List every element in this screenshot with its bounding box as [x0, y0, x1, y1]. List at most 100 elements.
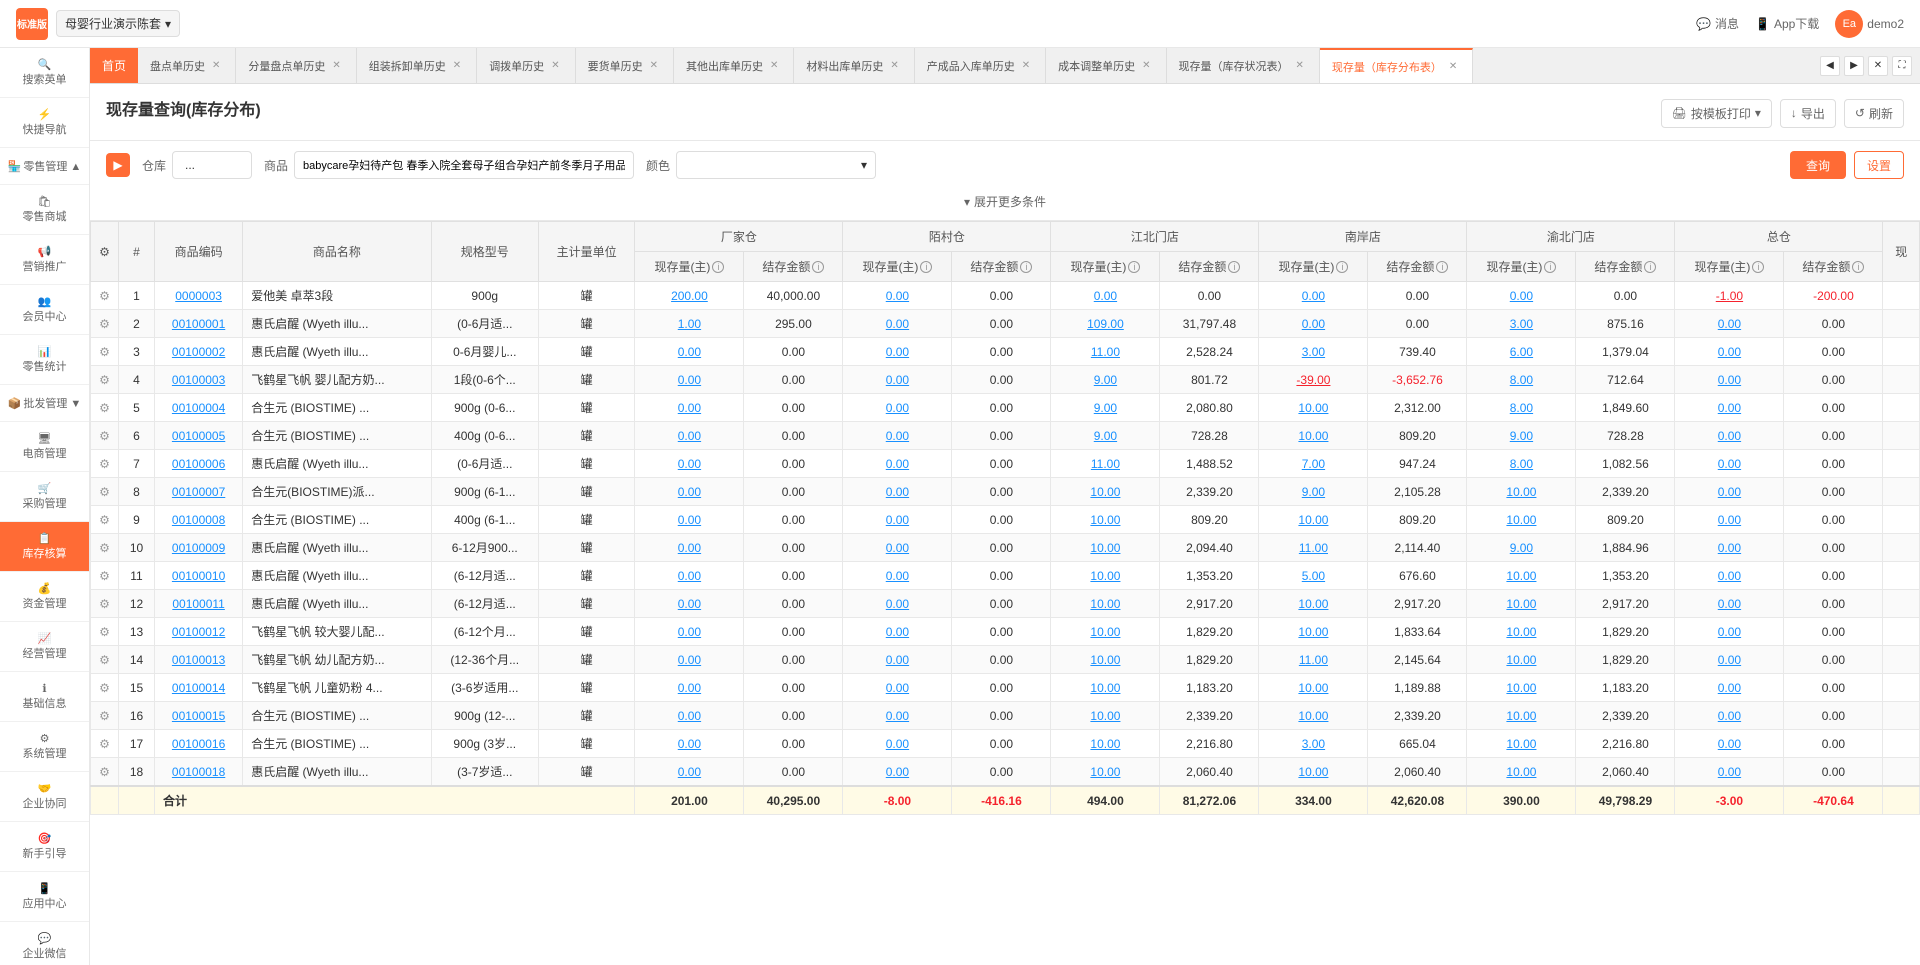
table-cell[interactable]: 10.00	[1051, 506, 1160, 534]
table-cell[interactable]: 0.00	[843, 450, 952, 478]
tab-stock-status[interactable]: 现存量（库存状况表） ✕	[1167, 48, 1320, 84]
table-cell[interactable]: ⚙	[91, 338, 119, 366]
sidebar-item-basic[interactable]: ℹ 基础信息	[0, 672, 89, 722]
industry-selector[interactable]: 母婴行业演示陈套 ▾	[56, 10, 180, 37]
tab-other-out[interactable]: 其他出库单历史 ✕	[674, 48, 794, 84]
table-cell[interactable]: 10.00	[1051, 646, 1160, 674]
table-cell[interactable]: ⚙	[91, 702, 119, 730]
table-cell[interactable]: 0.00	[843, 478, 952, 506]
table-cell[interactable]: 0.00	[1675, 422, 1784, 450]
table-cell[interactable]: 0.00	[635, 702, 744, 730]
tab-prev-btn[interactable]: ◀	[1820, 56, 1840, 76]
tab-next-btn[interactable]: ▶	[1844, 56, 1864, 76]
table-cell[interactable]: 0.00	[843, 674, 952, 702]
tab-close-group-split[interactable]: ✕	[450, 59, 464, 72]
table-cell[interactable]: 0.00	[1675, 310, 1784, 338]
table-cell[interactable]: 10.00	[1467, 590, 1576, 618]
row-settings-icon[interactable]: ⚙	[99, 765, 110, 779]
table-cell[interactable]: 0.00	[635, 394, 744, 422]
row-settings-icon[interactable]: ⚙	[99, 569, 110, 583]
table-cell[interactable]: ⚙	[91, 674, 119, 702]
table-cell[interactable]: 10.00	[1467, 478, 1576, 506]
table-cell[interactable]: 8.00	[1467, 366, 1576, 394]
tab-close-stock-dist[interactable]: ✕	[1446, 60, 1460, 73]
table-cell[interactable]: ⚙	[91, 534, 119, 562]
sidebar-item-retail-stat[interactable]: 📊 零售统计	[0, 335, 89, 385]
table-cell[interactable]: 00100001	[155, 310, 243, 338]
table-cell[interactable]: 0.00	[843, 394, 952, 422]
table-cell[interactable]: 10.00	[1259, 394, 1368, 422]
table-cell[interactable]: 10.00	[1467, 562, 1576, 590]
table-cell[interactable]: 00100015	[155, 702, 243, 730]
table-cell[interactable]: 0.00	[1675, 478, 1784, 506]
table-cell[interactable]: 10.00	[1051, 534, 1160, 562]
table-cell[interactable]: 0.00	[843, 310, 952, 338]
table-cell[interactable]: 6.00	[1467, 338, 1576, 366]
table-cell[interactable]: 00100006	[155, 450, 243, 478]
table-cell[interactable]: 9.00	[1467, 534, 1576, 562]
refresh-btn[interactable]: ↺ 刷新	[1844, 99, 1904, 128]
table-cell[interactable]: 0.00	[843, 562, 952, 590]
tab-close-material-out[interactable]: ✕	[887, 59, 901, 72]
sidebar-item-quick[interactable]: ⚡ 快捷导航	[0, 98, 89, 148]
table-cell[interactable]: 0.00	[843, 646, 952, 674]
table-cell[interactable]: 0.00	[1675, 758, 1784, 787]
table-cell[interactable]: 10.00	[1467, 758, 1576, 787]
sidebar-item-search[interactable]: 🔍 搜索英单	[0, 48, 89, 98]
table-cell[interactable]: 0.00	[635, 366, 744, 394]
table-cell[interactable]: 9.00	[1467, 422, 1576, 450]
table-cell[interactable]: 0.00	[843, 702, 952, 730]
table-cell[interactable]: 0.00	[635, 506, 744, 534]
table-cell[interactable]: ⚙	[91, 506, 119, 534]
table-cell[interactable]: 9.00	[1051, 422, 1160, 450]
tab-close-all-btn[interactable]: ✕	[1868, 56, 1888, 76]
tab-close-stock-status[interactable]: ✕	[1293, 59, 1307, 72]
sidebar-item-retail-mall[interactable]: 🛍 零售商城	[0, 185, 89, 235]
table-cell[interactable]: 10.00	[1259, 506, 1368, 534]
table-cell[interactable]: 11.00	[1051, 338, 1160, 366]
table-cell[interactable]: 10.00	[1467, 506, 1576, 534]
table-cell[interactable]: 0.00	[1675, 646, 1784, 674]
info-icon-total-amount[interactable]: i	[1852, 261, 1864, 273]
table-cell[interactable]: 00100008	[155, 506, 243, 534]
table-cell[interactable]: 00100003	[155, 366, 243, 394]
info-icon-total-current[interactable]: i	[1752, 261, 1764, 273]
sidebar-item-inventory[interactable]: 📋 库存核算	[0, 522, 89, 572]
tab-close-stock-single[interactable]: ✕	[209, 59, 223, 72]
table-cell[interactable]: 10.00	[1467, 702, 1576, 730]
table-cell[interactable]: 109.00	[1051, 310, 1160, 338]
table-cell[interactable]: 0.00	[635, 422, 744, 450]
table-cell[interactable]: 10.00	[1259, 618, 1368, 646]
table-cell[interactable]: 8.00	[1467, 394, 1576, 422]
table-cell[interactable]: 00100013	[155, 646, 243, 674]
row-settings-icon[interactable]: ⚙	[99, 597, 110, 611]
row-settings-icon[interactable]: ⚙	[99, 373, 110, 387]
table-cell[interactable]: 0.00	[843, 422, 952, 450]
sidebar-item-wechat[interactable]: 💬 企业微信	[0, 922, 89, 965]
table-cell[interactable]: 0.00	[635, 730, 744, 758]
table-cell[interactable]: ⚙	[91, 478, 119, 506]
table-cell[interactable]: 10.00	[1051, 758, 1160, 787]
table-cell[interactable]: 10.00	[1259, 590, 1368, 618]
table-cell[interactable]: 10.00	[1467, 618, 1576, 646]
row-settings-icon[interactable]: ⚙	[99, 485, 110, 499]
table-cell[interactable]: 00100012	[155, 618, 243, 646]
table-cell[interactable]: 10.00	[1467, 646, 1576, 674]
table-cell[interactable]: 0.00	[843, 730, 952, 758]
warehouse-select[interactable]: ...	[172, 151, 252, 179]
sidebar-item-finance[interactable]: 💰 资金管理	[0, 572, 89, 622]
table-cell[interactable]: 9.00	[1259, 478, 1368, 506]
table-cell[interactable]: 0.00	[843, 534, 952, 562]
table-cell[interactable]: 0.00	[635, 478, 744, 506]
table-cell[interactable]: 0.00	[1675, 506, 1784, 534]
tab-close-demand[interactable]: ✕	[647, 59, 661, 72]
sidebar-item-guide[interactable]: 🎯 新手引导	[0, 822, 89, 872]
tab-demand[interactable]: 要货单历史 ✕	[576, 48, 674, 84]
table-cell[interactable]: 0.00	[1467, 282, 1576, 310]
table-cell[interactable]: 7.00	[1259, 450, 1368, 478]
row-settings-icon[interactable]: ⚙	[99, 541, 110, 555]
table-cell[interactable]: 0.00	[1675, 590, 1784, 618]
tab-group-split[interactable]: 组装拆卸单历史 ✕	[357, 48, 477, 84]
table-cell[interactable]: 0.00	[1675, 618, 1784, 646]
table-cell[interactable]: 0.00	[843, 366, 952, 394]
